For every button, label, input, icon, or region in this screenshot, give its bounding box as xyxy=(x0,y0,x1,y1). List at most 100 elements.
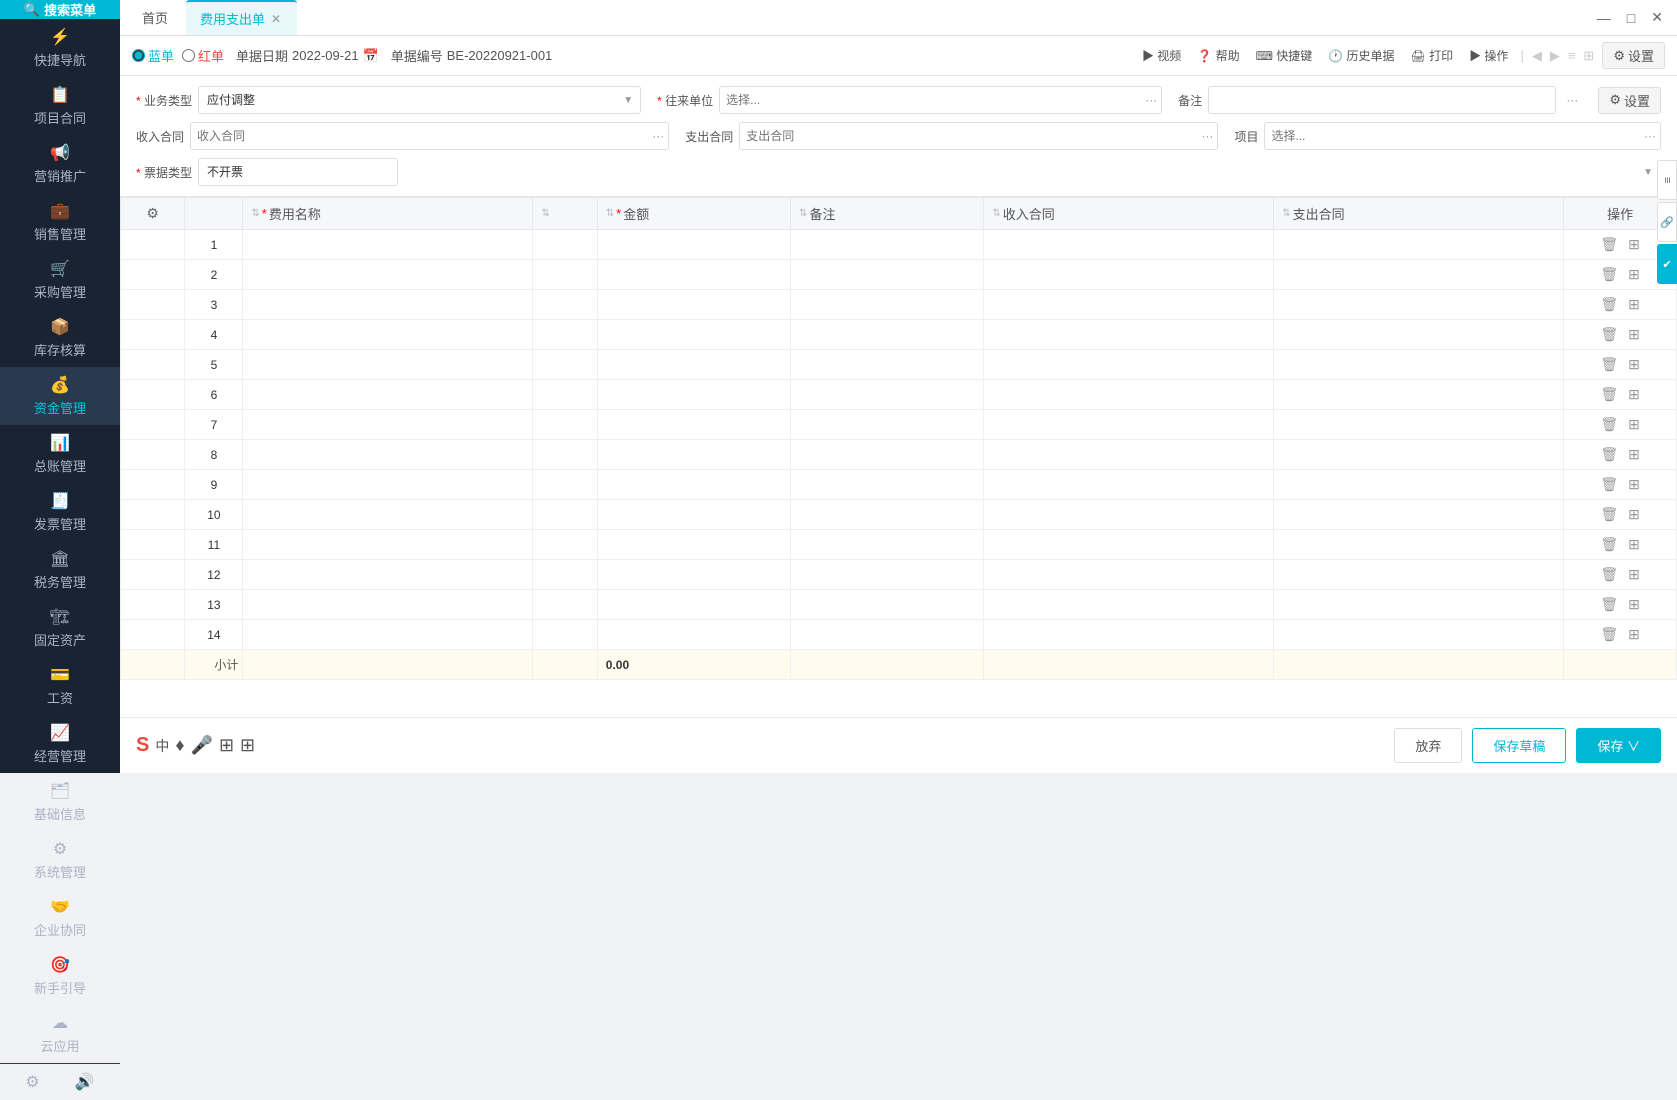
input-amount-4[interactable] xyxy=(606,328,782,342)
input-name-13[interactable] xyxy=(251,598,524,612)
cell-name-7[interactable] xyxy=(243,410,533,440)
input-name-6[interactable] xyxy=(251,388,524,402)
cell-income-8[interactable] xyxy=(984,440,1274,470)
input-note-4[interactable] xyxy=(799,328,975,342)
input-note-3[interactable] xyxy=(799,298,975,312)
input-note-6[interactable] xyxy=(799,388,975,402)
side-tool-note[interactable]: ≡ xyxy=(1657,160,1677,200)
input-amount-8[interactable] xyxy=(606,448,782,462)
save-button[interactable]: 保存 ∨ xyxy=(1576,728,1661,763)
cell-note-3[interactable] xyxy=(791,290,984,320)
th-sort-sort-icon[interactable]: ⇅ xyxy=(541,208,549,219)
input-note-7[interactable] xyxy=(799,418,975,432)
cell-expense-14[interactable] xyxy=(1274,620,1564,650)
expense-contract-input[interactable] xyxy=(740,129,1197,143)
sidebar-item-capital-mgmt[interactable]: 💰资金管理 xyxy=(0,367,120,425)
sidebar-item-sys-mgmt[interactable]: ⚙系统管理 xyxy=(0,831,120,889)
cell-note-5[interactable] xyxy=(791,350,984,380)
sidebar-item-ops-mgmt[interactable]: 📈经营管理 xyxy=(0,715,120,773)
cell-income-1[interactable] xyxy=(984,230,1274,260)
footer-icon-mic[interactable]: 🎤 xyxy=(191,735,213,756)
input-amount-11[interactable] xyxy=(606,538,782,552)
cell-name-14[interactable] xyxy=(243,620,533,650)
input-expense-13[interactable] xyxy=(1282,598,1555,612)
cell-expense-4[interactable] xyxy=(1274,320,1564,350)
cell-amount-2[interactable] xyxy=(597,260,790,290)
settings-button[interactable]: ⚙ 设置 xyxy=(1602,42,1665,69)
input-income-1[interactable] xyxy=(992,238,1265,252)
radio-red[interactable] xyxy=(182,49,195,62)
delete-row-13[interactable]: 🗑 xyxy=(1598,594,1620,615)
input-income-14[interactable] xyxy=(992,628,1265,642)
copy-row-9[interactable]: ⊞ xyxy=(1626,474,1642,495)
delete-row-1[interactable]: 🗑 xyxy=(1598,234,1620,255)
delete-row-10[interactable]: 🗑 xyxy=(1598,504,1620,525)
window-minimize[interactable]: — xyxy=(1591,8,1617,28)
cell-income-9[interactable] xyxy=(984,470,1274,500)
input-expense-4[interactable] xyxy=(1282,328,1555,342)
cell-amount-10[interactable] xyxy=(597,500,790,530)
cell-name-3[interactable] xyxy=(243,290,533,320)
cell-note-7[interactable] xyxy=(791,410,984,440)
cell-amount-9[interactable] xyxy=(597,470,790,500)
th-expense-sort-icon[interactable]: ⇅ xyxy=(1282,208,1290,219)
radio-blue-label[interactable]: 蓝单 xyxy=(132,46,174,65)
copy-row-11[interactable]: ⊞ xyxy=(1626,534,1642,555)
sidebar-item-cloud-apps[interactable]: ☁云应用 xyxy=(0,1005,120,1063)
table-settings-icon[interactable]: ⚙ xyxy=(146,205,159,221)
input-name-9[interactable] xyxy=(251,478,524,492)
cell-name-10[interactable] xyxy=(243,500,533,530)
window-close[interactable]: ✕ xyxy=(1645,7,1669,28)
footer-icon-zhong[interactable]: 中 xyxy=(155,736,169,756)
copy-row-13[interactable]: ⊞ xyxy=(1626,594,1642,615)
action-help[interactable]: ❓ 帮助 xyxy=(1193,45,1243,66)
cell-note-10[interactable] xyxy=(791,500,984,530)
input-amount-5[interactable] xyxy=(606,358,782,372)
input-amount-13[interactable] xyxy=(606,598,782,612)
cell-income-10[interactable] xyxy=(984,500,1274,530)
input-expense-6[interactable] xyxy=(1282,388,1555,402)
input-name-4[interactable] xyxy=(251,328,524,342)
input-expense-7[interactable] xyxy=(1282,418,1555,432)
income-contract-input[interactable] xyxy=(191,129,648,143)
cell-amount-11[interactable] xyxy=(597,530,790,560)
action-operate[interactable]: ▶ 操作 xyxy=(1465,45,1512,66)
sidebar-item-payroll[interactable]: 💳工资 xyxy=(0,657,120,715)
radio-red-label[interactable]: 红单 xyxy=(182,46,224,65)
input-income-7[interactable] xyxy=(992,418,1265,432)
th-note[interactable]: ⇅ 备注 xyxy=(791,198,984,230)
form-settings-button[interactable]: ⚙ 设置 xyxy=(1598,87,1661,114)
delete-row-3[interactable]: 🗑 xyxy=(1598,294,1620,315)
cell-name-13[interactable] xyxy=(243,590,533,620)
action-print[interactable]: 🖨 打印 xyxy=(1407,45,1458,66)
input-income-5[interactable] xyxy=(992,358,1265,372)
delete-row-2[interactable]: 🗑 xyxy=(1598,264,1620,285)
footer-icon-diamond[interactable]: ♦ xyxy=(175,735,184,756)
radio-blue[interactable] xyxy=(132,49,145,62)
input-expense-8[interactable] xyxy=(1282,448,1555,462)
cell-amount-4[interactable] xyxy=(597,320,790,350)
partner-more-icon[interactable]: ··· xyxy=(1141,93,1161,107)
sidebar-item-quick-nav[interactable]: ⚡快捷导航 xyxy=(0,19,120,77)
cell-income-12[interactable] xyxy=(984,560,1274,590)
cell-name-5[interactable] xyxy=(243,350,533,380)
input-note-9[interactable] xyxy=(799,478,975,492)
input-amount-12[interactable] xyxy=(606,568,782,582)
copy-row-3[interactable]: ⊞ xyxy=(1626,294,1642,315)
sidebar-header[interactable]: 🔍 搜索菜单 xyxy=(0,0,120,19)
copy-row-8[interactable]: ⊞ xyxy=(1626,444,1642,465)
cell-amount-8[interactable] xyxy=(597,440,790,470)
cell-name-6[interactable] xyxy=(243,380,533,410)
partner-input[interactable] xyxy=(720,93,1141,107)
input-note-10[interactable] xyxy=(799,508,975,522)
th-amount-sort-icon[interactable]: ⇅ xyxy=(606,208,614,219)
delete-row-9[interactable]: 🗑 xyxy=(1598,474,1620,495)
delete-row-12[interactable]: 🗑 xyxy=(1598,564,1620,585)
cell-income-6[interactable] xyxy=(984,380,1274,410)
input-note-14[interactable] xyxy=(799,628,975,642)
side-tool-check[interactable]: ✔ xyxy=(1657,244,1677,284)
copy-row-12[interactable]: ⊞ xyxy=(1626,564,1642,585)
cell-expense-7[interactable] xyxy=(1274,410,1564,440)
th-expense[interactable]: ⇅ 支出合同 xyxy=(1274,198,1564,230)
cell-name-1[interactable] xyxy=(243,230,533,260)
